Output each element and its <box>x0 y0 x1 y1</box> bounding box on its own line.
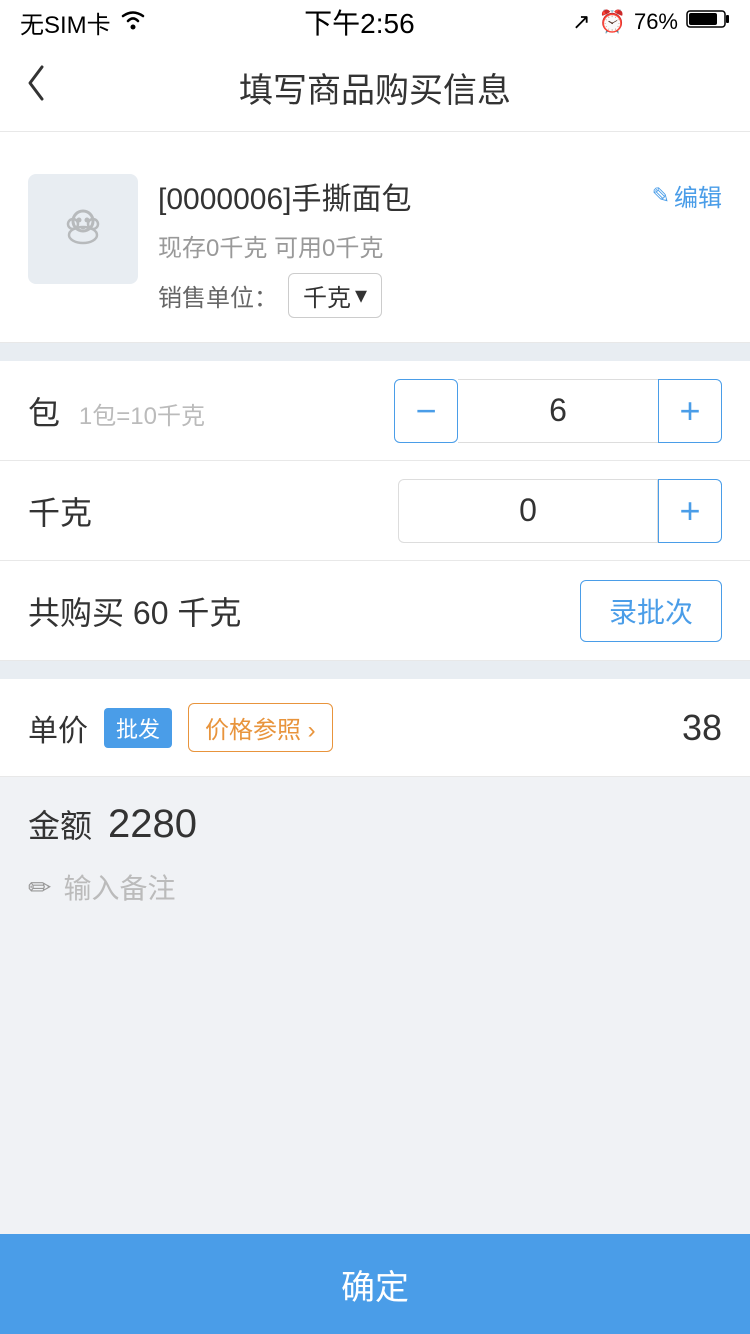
wifi-icon <box>119 8 147 37</box>
status-bar: 无SIM卡 下午2:56 ↗ ⏰ 76% <box>0 0 750 44</box>
bao-increment-button[interactable]: + <box>658 379 722 443</box>
price-row: 单价 批发 价格参照 › 38 <box>0 679 750 777</box>
alarm-icon: ⏰ <box>599 9 626 35</box>
status-indicators: ↗ ⏰ 76% <box>572 8 730 36</box>
kg-quantity-control: + <box>398 479 722 543</box>
bao-label: 包 1包=10千克 <box>28 388 394 434</box>
kg-label: 千克 <box>28 488 398 534</box>
bao-hint: 1包=10千克 <box>79 403 205 430</box>
total-row: 共购买 60 千克 录批次 <box>0 561 750 661</box>
amount-label: 金额 <box>28 801 92 847</box>
product-stock: 现存0千克 可用0千克 <box>158 228 722 263</box>
price-section: 单价 批发 价格参照 › 38 <box>0 679 750 777</box>
product-info: [0000006]手撕面包 现存0千克 可用0千克 销售单位： 千克 ▾ <box>158 174 722 318</box>
kg-input[interactable] <box>398 479 658 543</box>
battery-text: 76% <box>634 9 678 35</box>
unit-label: 销售单位： <box>158 278 278 313</box>
battery-icon <box>686 8 730 36</box>
batch-button[interactable]: 录批次 <box>580 580 722 642</box>
location-icon: ↗ <box>572 9 590 35</box>
bao-quantity-control: − + <box>394 379 722 443</box>
kg-row: 千克 + <box>0 461 750 561</box>
note-row[interactable]: ✏ 输入备注 <box>28 867 722 927</box>
total-text: 共购买 60 千克 <box>28 588 241 634</box>
bao-input[interactable] <box>458 379 658 443</box>
note-icon: ✏ <box>28 871 51 904</box>
product-name: [0000006]手撕面包 <box>158 174 722 218</box>
amount-value: 2280 <box>108 802 197 847</box>
carrier-text: 无SIM卡 <box>20 5 111 40</box>
note-placeholder: 输入备注 <box>63 867 175 907</box>
bao-row: 包 1包=10千克 − + <box>0 361 750 461</box>
kg-increment-button[interactable]: + <box>658 479 722 543</box>
product-unit: 销售单位： 千克 ▾ <box>158 273 722 318</box>
unit-selector[interactable]: 千克 ▾ <box>288 273 382 318</box>
price-tag: 批发 <box>104 708 172 748</box>
product-thumbnail <box>28 174 138 284</box>
nav-bar: 填写商品购买信息 <box>0 44 750 132</box>
separator-1 <box>0 343 750 361</box>
separator-2 <box>0 661 750 679</box>
back-button[interactable] <box>24 63 48 112</box>
edit-icon: ✎ <box>652 183 670 209</box>
status-time: 下午2:56 <box>304 2 415 42</box>
price-reference-button[interactable]: 价格参照 › <box>188 703 333 752</box>
input-section: 包 1包=10千克 − + 千克 + 共购买 60 千克 录批次 <box>0 361 750 661</box>
page-title: 填写商品购买信息 <box>239 63 511 112</box>
product-card: [0000006]手撕面包 现存0千克 可用0千克 销售单位： 千克 ▾ ✎ 编… <box>0 150 750 343</box>
price-label: 单价 <box>28 706 88 750</box>
amount-row: 金额 2280 <box>28 801 722 847</box>
edit-button[interactable]: ✎ 编辑 <box>652 178 722 213</box>
status-carrier: 无SIM卡 <box>20 5 147 40</box>
bao-decrement-button[interactable]: − <box>394 379 458 443</box>
chevron-down-icon: ▾ <box>355 281 367 310</box>
confirm-bar[interactable]: 确定 <box>0 1234 750 1334</box>
amount-section: 金额 2280 ✏ 输入备注 <box>0 777 750 927</box>
price-value: 38 <box>682 707 722 749</box>
confirm-text: 确定 <box>341 1260 409 1309</box>
